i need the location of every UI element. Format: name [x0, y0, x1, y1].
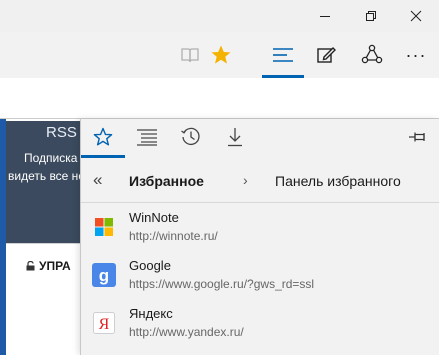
breadcrumb-favorites-bar[interactable]: Панель избранного: [275, 167, 401, 195]
star-icon: [211, 45, 231, 64]
tab-reading-list[interactable]: [125, 119, 169, 155]
manage-link[interactable]: УПРА: [26, 259, 71, 273]
yandex-icon: Я: [93, 312, 115, 334]
breadcrumb-favorites[interactable]: Избранное: [129, 167, 204, 195]
more-button[interactable]: ···: [396, 32, 436, 78]
restore-icon: [366, 11, 376, 21]
minimize-button[interactable]: [302, 0, 348, 32]
favorite-url: http://winnote.ru/: [129, 229, 218, 243]
favorite-url: https://www.google.ru/?gws_rd=ssl: [129, 277, 315, 291]
tab-history[interactable]: [169, 119, 213, 155]
browser-toolbar: ···: [0, 32, 439, 78]
favorite-name: WinNote: [129, 210, 179, 225]
web-note-button[interactable]: [306, 32, 346, 78]
minimize-icon: [320, 16, 330, 17]
svg-text:g: g: [99, 266, 109, 285]
tab-downloads[interactable]: [213, 119, 257, 155]
pin-icon: [409, 132, 425, 142]
windows-logo-icon: [95, 218, 113, 236]
manage-label: УПРА: [39, 259, 71, 273]
pin-button[interactable]: [403, 125, 433, 149]
hub-button[interactable]: [263, 32, 303, 78]
title-bar: [0, 0, 439, 32]
share-button[interactable]: [352, 32, 392, 78]
unlock-icon: [26, 261, 35, 271]
favorite-item-yandex[interactable]: Я Яндекс http://www.yandex.ru/: [81, 306, 439, 354]
close-icon: [410, 10, 422, 22]
tab-favorites-indicator: [81, 155, 125, 158]
tab-favorites[interactable]: [81, 119, 125, 155]
favorite-name: Google: [129, 258, 171, 273]
collapse-back-button[interactable]: «: [93, 167, 113, 195]
svg-text:Я: Я: [99, 316, 110, 333]
history-icon: [181, 127, 200, 146]
breadcrumb-separator: ›: [243, 172, 248, 188]
hub-panel: « Избранное › Панель избранного WinNote …: [80, 119, 439, 355]
rss-text-line2: видеть все но: [8, 169, 85, 183]
rss-title: RSS: [46, 124, 77, 141]
favorite-item-google[interactable]: g Google https://www.google.ru/?gws_rd=s…: [81, 258, 439, 306]
reading-list-icon: [137, 129, 157, 146]
downloads-icon: [228, 128, 242, 147]
add-favorite-button[interactable]: [201, 32, 241, 78]
page-divider: [6, 243, 81, 244]
google-icon: g: [92, 263, 116, 287]
restore-button[interactable]: [348, 0, 394, 32]
hub-divider: [81, 202, 439, 203]
favorite-url: http://www.yandex.ru/: [129, 325, 244, 339]
favorite-name: Яндекс: [129, 306, 173, 321]
share-icon: [361, 44, 383, 64]
hub-lines-icon: [273, 48, 293, 62]
rss-text-line1: Подписка: [24, 151, 78, 165]
close-button[interactable]: [393, 0, 439, 32]
book-icon: [181, 48, 199, 63]
favorites-star-icon: [93, 127, 113, 146]
address-band: [0, 78, 439, 118]
favorite-item-winnote[interactable]: WinNote http://winnote.ru/: [81, 210, 439, 258]
pen-note-icon: [317, 47, 336, 63]
breadcrumb: « Избранное › Панель избранного: [81, 167, 439, 195]
